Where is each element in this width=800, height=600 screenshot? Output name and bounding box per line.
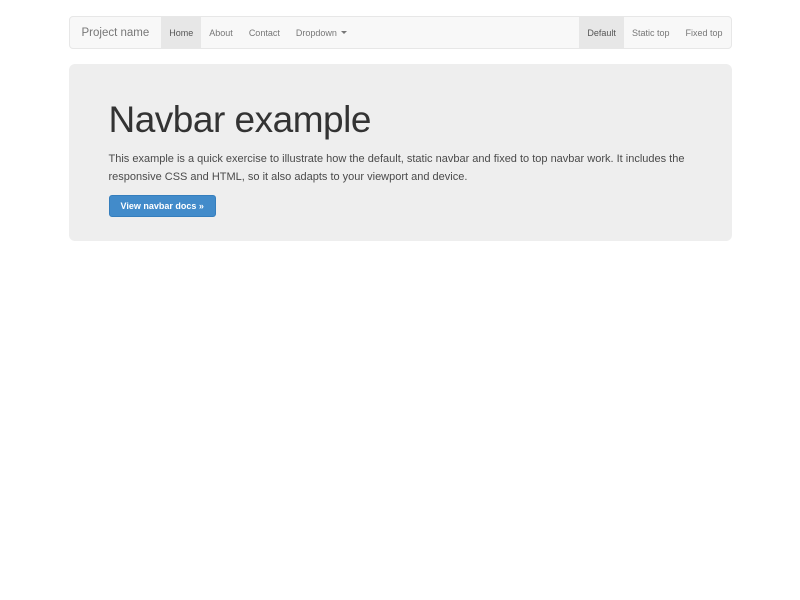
nav-item-static-top[interactable]: Static top: [624, 17, 678, 48]
navbar: Project name Home About Contact Dropdown…: [69, 16, 732, 49]
container: Project name Home About Contact Dropdown…: [69, 16, 732, 241]
nav-item-about[interactable]: About: [201, 17, 241, 48]
nav-item-contact[interactable]: Contact: [241, 17, 288, 48]
page: Project name Home About Contact Dropdown…: [0, 0, 800, 600]
nav-item-home[interactable]: Home: [161, 17, 201, 48]
jumbotron-description: This example is a quick exercise to illu…: [109, 150, 692, 187]
navbar-brand[interactable]: Project name: [70, 17, 162, 48]
view-navbar-docs-button[interactable]: View navbar docs »: [109, 195, 216, 217]
page-title: Navbar example: [109, 100, 692, 141]
navbar-left-nav: Home About Contact Dropdown: [161, 17, 355, 48]
navbar-right-nav: Default Static top Fixed top: [579, 17, 730, 48]
caret-down-icon: [341, 31, 347, 34]
nav-item-default[interactable]: Default: [579, 17, 624, 48]
nav-item-dropdown-label: Dropdown: [296, 28, 337, 38]
nav-item-dropdown[interactable]: Dropdown: [288, 17, 355, 48]
nav-item-fixed-top[interactable]: Fixed top: [677, 17, 730, 48]
jumbotron: Navbar example This example is a quick e…: [69, 64, 732, 241]
